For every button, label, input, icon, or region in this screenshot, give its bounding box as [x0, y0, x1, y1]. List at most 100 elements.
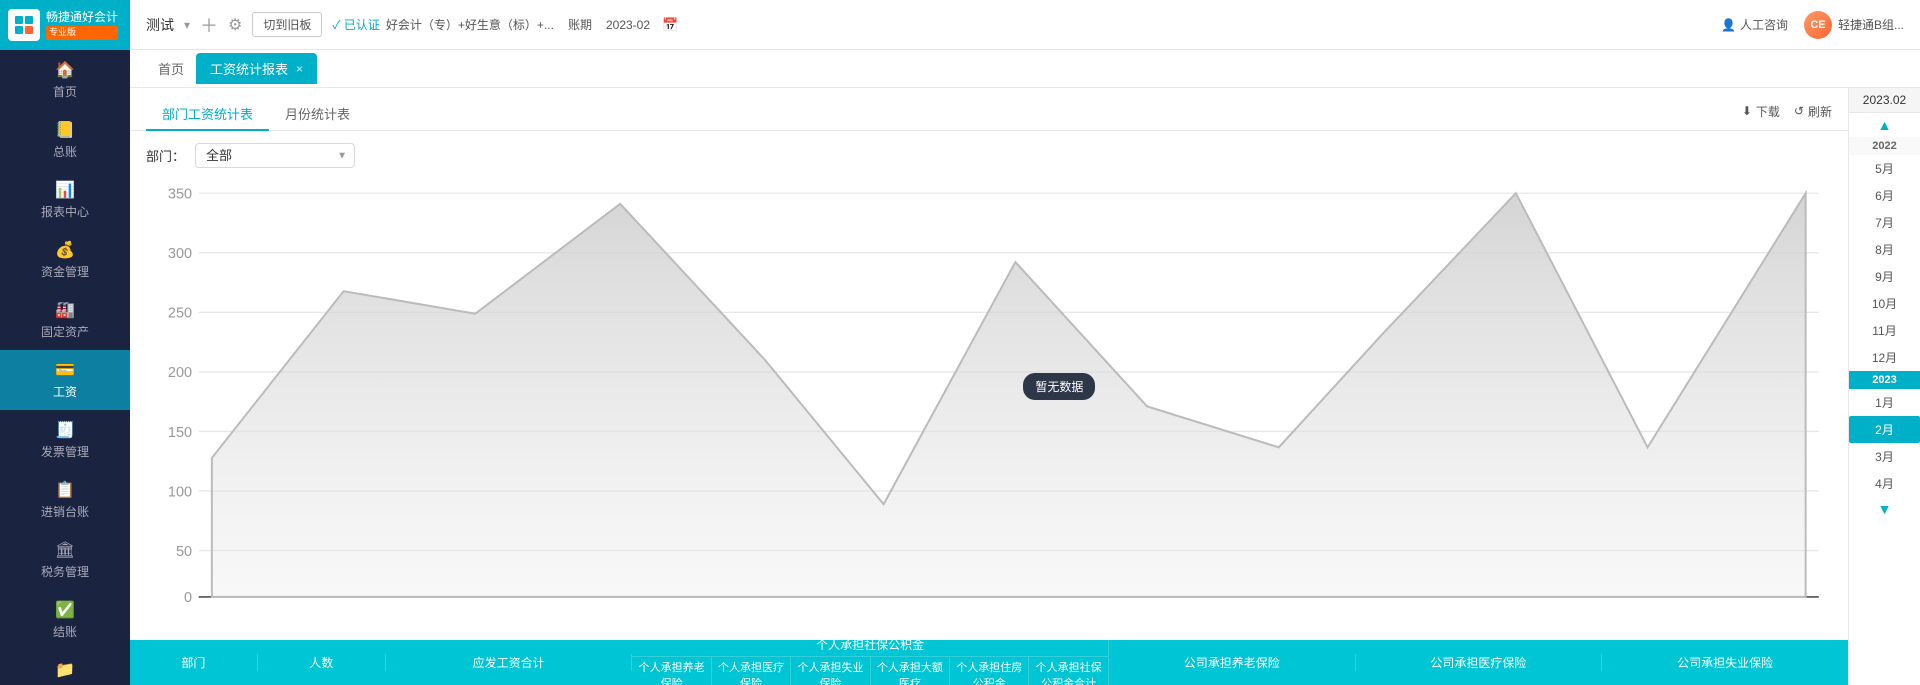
tabbar: 首页 工资统计报表 ×: [130, 50, 1920, 88]
date-nav-up-button[interactable]: ▲: [1849, 113, 1920, 137]
refresh-button[interactable]: ↺ 刷新: [1794, 103, 1832, 120]
dept-filter-label: 部门：: [146, 146, 185, 165]
certified-badge: ✓ 已认证: [332, 16, 380, 33]
filter-bar: 部门： 全部 研发部 市场部 人事部 财务部: [130, 131, 1848, 180]
app-logo: 畅捷通好会计 专业版: [0, 0, 130, 50]
add-button[interactable]: ＋: [200, 12, 218, 38]
date-year-2022: 2022: [1849, 137, 1920, 155]
date-month-dec[interactable]: 12月: [1849, 344, 1920, 371]
user-avatar: CE: [1804, 11, 1832, 39]
settle-icon: ✅: [55, 600, 75, 620]
user-name: 轻捷通B组...: [1838, 16, 1904, 33]
sales-icon: 📋: [55, 480, 75, 500]
sidebar-item-label: 首页: [53, 83, 77, 100]
service-button[interactable]: 👤 人工咨询: [1721, 16, 1788, 33]
sidebar-item-tax[interactable]: 🏛 税务管理: [0, 530, 130, 590]
date-month-feb[interactable]: 2月: [1849, 416, 1920, 443]
col-major-medical: 个人承担大额医疗: [871, 657, 950, 685]
date-month-nov[interactable]: 11月: [1849, 317, 1920, 344]
col-pension: 个人承担养老保险: [632, 657, 711, 685]
subtab-actions: ⬇ 下载 ↺ 刷新: [1742, 103, 1832, 126]
tab-close-icon[interactable]: ×: [296, 62, 303, 76]
date-nav-down-button[interactable]: ▼: [1849, 497, 1920, 521]
sidebar-item-label: 报表中心: [41, 203, 89, 220]
sidebar-item-invoice[interactable]: 🧾 发票管理: [0, 410, 130, 470]
svg-text:250: 250: [168, 306, 192, 322]
col-total-insurance: 个人承担社保公积金合计: [1029, 657, 1107, 685]
col-housing-fund: 个人承担住房公积金: [950, 657, 1029, 685]
sidebar-item-funds[interactable]: 💰 资金管理: [0, 230, 130, 290]
calendar-icon[interactable]: 📅: [662, 17, 678, 33]
sidebar-item-label: 固定资产: [41, 323, 89, 340]
subtab-dept[interactable]: 部门工资统计表: [146, 98, 269, 131]
col-group-cells: 个人承担养老保险 个人承担医疗保险 个人承担失业保险 个人承担大额医疗 个人承担: [632, 657, 1107, 685]
date-month-oct[interactable]: 10月: [1849, 290, 1920, 317]
date-sidebar-header: 2023.02: [1849, 88, 1920, 113]
settings-gear-icon[interactable]: ⚙: [228, 15, 242, 35]
sidebar-item-settle[interactable]: ✅ 结账: [0, 590, 130, 650]
sidebar-item-label: 结账: [53, 623, 77, 640]
col-total-salary: 应发工资合计: [386, 654, 633, 671]
main-area: 测试 ▾ ＋ ⚙ 切到旧板 ✓ 已认证 好会计（专）+好生意（标）+... 账期…: [130, 0, 1920, 685]
date-month-mar[interactable]: 3月: [1849, 443, 1920, 470]
topbar-title: 测试: [146, 15, 174, 35]
content-wrapper: 部门工资统计表 月份统计表 ⬇ 下载 ↺ 刷新: [130, 88, 1920, 685]
download-icon: ⬇: [1742, 104, 1752, 118]
ledger-icon: 📒: [55, 120, 75, 140]
period-value: 2023-02: [606, 18, 650, 32]
col-count: 人数: [258, 654, 386, 671]
download-button[interactable]: ⬇ 下载: [1742, 103, 1780, 120]
sidebar-item-label: 工资: [53, 383, 77, 400]
sidebar-item-reports[interactable]: 📊 报表中心: [0, 170, 130, 230]
reports-icon: 📊: [55, 180, 75, 200]
sidebar-item-home[interactable]: 🏠 首页: [0, 50, 130, 110]
svg-text:350: 350: [168, 187, 192, 203]
topbar: 测试 ▾ ＋ ⚙ 切到旧板 ✓ 已认证 好会计（专）+好生意（标）+... 账期…: [130, 0, 1920, 50]
date-month-may[interactable]: 5月: [1849, 155, 1920, 182]
col-company-unemployment: 公司承担失业保险: [1602, 654, 1848, 671]
sidebar-item-archive[interactable]: 📁 归档管理: [0, 650, 130, 685]
salary-chart: 350 300 250 200 150 100 50 0: [146, 180, 1832, 630]
svg-text:300: 300: [168, 246, 192, 262]
sidebar-item-sales[interactable]: 📋 进销台账: [0, 470, 130, 530]
col-unemployment: 个人承担失业保险: [791, 657, 870, 685]
tab-salary-report[interactable]: 工资统计报表 ×: [196, 53, 317, 84]
tab-home[interactable]: 首页: [146, 51, 196, 86]
switch-view-button[interactable]: 切到旧板: [252, 12, 322, 37]
content-main: 部门工资统计表 月份统计表 ⬇ 下载 ↺ 刷新: [130, 88, 1848, 685]
dropdown-arrow-icon[interactable]: ▾: [184, 18, 190, 32]
sidebar-item-assets[interactable]: 🏭 固定资产: [0, 290, 130, 350]
tax-icon: 🏛: [55, 540, 75, 560]
topbar-badges: ✓ 已认证 好会计（专）+好生意（标）+...: [332, 16, 554, 33]
dept-select-wrapper: 全部 研发部 市场部 人事部 财务部: [195, 143, 355, 168]
assets-icon: 🏭: [55, 300, 75, 320]
date-month-aug[interactable]: 8月: [1849, 236, 1920, 263]
date-month-jun[interactable]: 6月: [1849, 182, 1920, 209]
date-month-sep[interactable]: 9月: [1849, 263, 1920, 290]
dept-select[interactable]: 全部 研发部 市场部 人事部 财务部: [195, 143, 355, 168]
sidebar-item-label: 发票管理: [41, 443, 89, 460]
svg-text:0: 0: [184, 590, 192, 606]
user-profile[interactable]: CE 轻捷通B组...: [1804, 11, 1904, 39]
date-month-jul[interactable]: 7月: [1849, 209, 1920, 236]
home-icon: 🏠: [55, 60, 75, 80]
table-footer: 部门 人数 应发工资合计 个人承担社保公积金 个人承担养老保险 个人承担医疗: [130, 640, 1848, 685]
funds-icon: 💰: [55, 240, 75, 260]
date-month-apr[interactable]: 4月: [1849, 470, 1920, 497]
service-icon: 👤: [1721, 18, 1736, 32]
subtab-monthly[interactable]: 月份统计表: [269, 98, 366, 131]
sidebar-item-ledger[interactable]: 📒 总账: [0, 110, 130, 170]
sidebar-item-salary[interactable]: 💳 工资: [0, 350, 130, 410]
col-company-medical: 公司承担医疗保险: [1356, 654, 1603, 671]
chart-area: 350 300 250 200 150 100 50 0: [130, 180, 1848, 640]
sidebar-item-label: 税务管理: [41, 563, 89, 580]
tab-label: 工资统计报表: [210, 59, 288, 78]
date-month-jan[interactable]: 1月: [1849, 389, 1920, 416]
subtabs-bar: 部门工资统计表 月份统计表 ⬇ 下载 ↺ 刷新: [130, 88, 1848, 131]
col-dept: 部门: [130, 654, 258, 671]
svg-text:150: 150: [168, 425, 192, 441]
logo-text: 畅捷通好会计 专业版: [46, 10, 118, 39]
col-group-personal: 个人承担社保公积金 个人承担养老保险 个人承担医疗保险 个人承担失业保险 个人承…: [632, 633, 1108, 685]
period-label: 账期: [568, 16, 592, 33]
sidebar-nav: 🏠 首页 📒 总账 📊 报表中心 💰 资金管理 🏭 固定资产 💳 工资 🧾 发票…: [0, 50, 130, 685]
